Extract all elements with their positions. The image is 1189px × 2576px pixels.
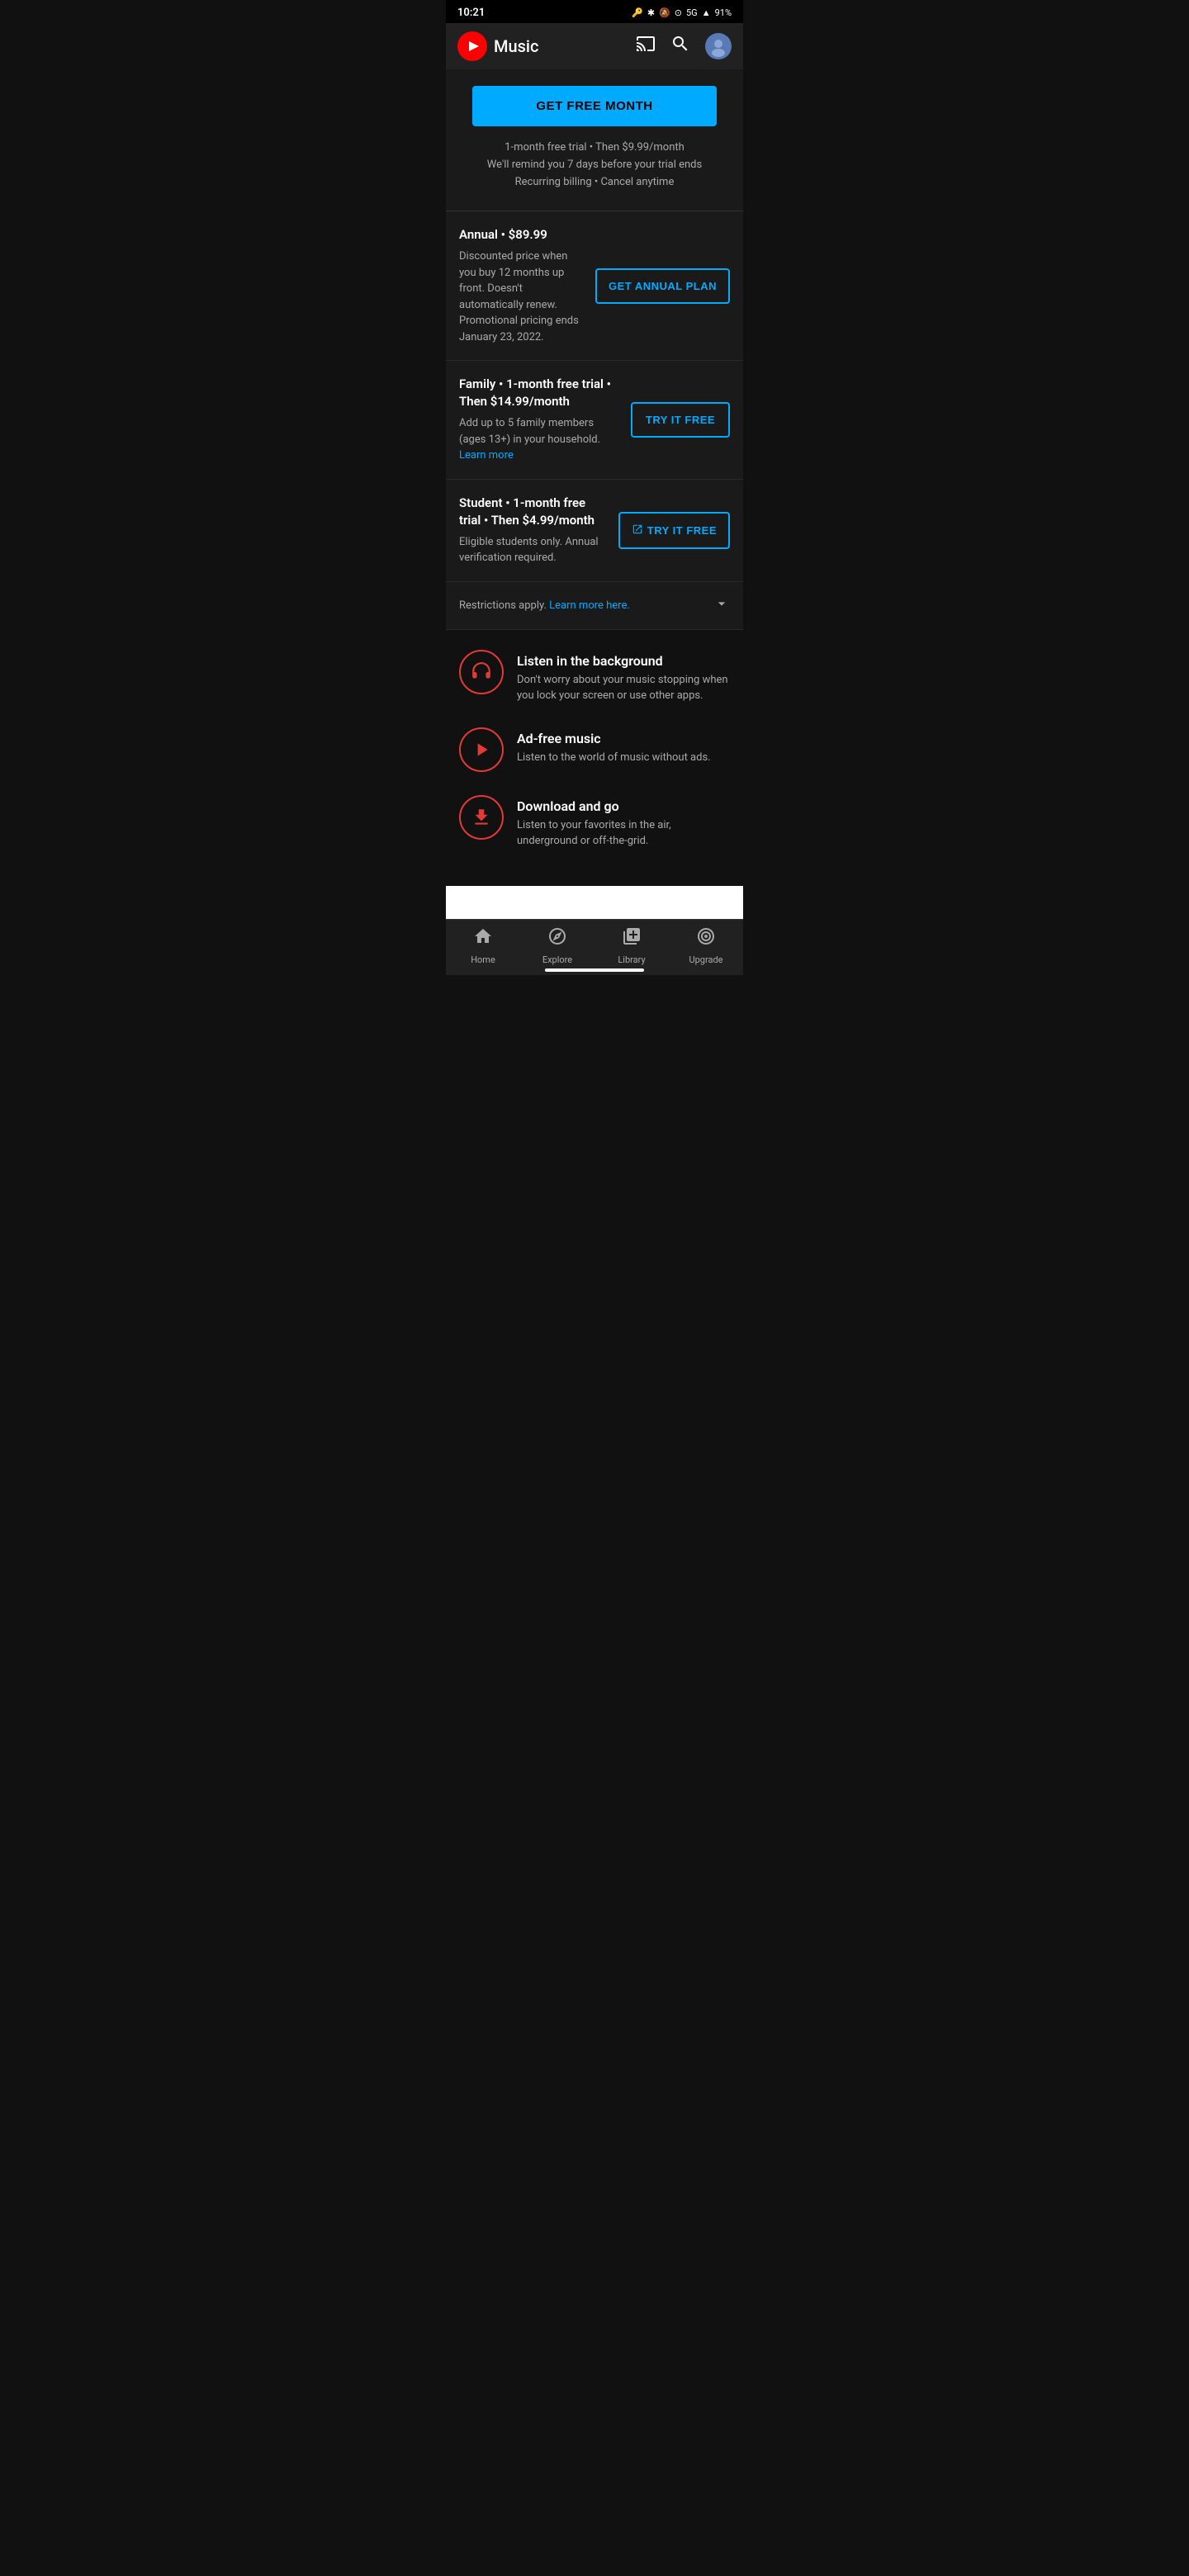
chevron-down-icon[interactable] xyxy=(713,595,730,616)
key-icon: 🔑 xyxy=(632,7,643,18)
download-icon-circle xyxy=(459,795,504,840)
nav-upgrade[interactable]: Upgrade xyxy=(669,926,743,965)
nav-home[interactable]: Home xyxy=(446,926,520,965)
feature-download-desc: Listen to your favorites in the air, und… xyxy=(517,817,730,850)
external-link-icon xyxy=(632,523,643,537)
yt-music-logo-icon xyxy=(457,31,487,61)
free-month-line3: Recurring billing • Cancel anytime xyxy=(459,174,730,192)
headphone-icon xyxy=(471,661,492,683)
nav-library-label: Library xyxy=(618,954,645,965)
nav-home-label: Home xyxy=(471,954,495,965)
header-logo: Music xyxy=(457,31,538,61)
feature-download-title: Download and go xyxy=(517,798,730,814)
family-try-free-button[interactable]: TRY IT FREE xyxy=(631,402,730,438)
free-month-section: GET FREE MONTH 1-month free trial • Then… xyxy=(446,69,743,211)
get-annual-plan-button[interactable]: GET ANNUAL PLAN xyxy=(595,268,730,304)
library-icon xyxy=(622,926,642,951)
headphone-icon-circle xyxy=(459,650,504,694)
student-plan-info: Student • 1-month free trial • Then $4.9… xyxy=(459,495,610,566)
feature-adfree-item: Ad-free music Listen to the world of mus… xyxy=(459,727,730,772)
play-icon xyxy=(471,739,492,760)
avatar[interactable] xyxy=(705,33,732,59)
search-icon[interactable] xyxy=(670,34,690,59)
student-plan-row: Student • 1-month free trial • Then $4.9… xyxy=(446,480,743,582)
free-month-line1: 1-month free trial • Then $9.99/month xyxy=(459,140,730,157)
feature-download-item: Download and go Listen to your favorites… xyxy=(459,795,730,850)
status-time: 10:21 xyxy=(457,7,485,19)
annual-plan-row: Annual • $89.99 Discounted price when yo… xyxy=(446,211,743,361)
family-plan-desc: Add up to 5 family members (ages 13+) in… xyxy=(459,415,623,464)
feature-background-desc: Don't worry about your music stopping wh… xyxy=(517,672,730,704)
location-icon: ⊙ xyxy=(675,7,682,18)
student-try-free-button[interactable]: TRY IT FREE xyxy=(618,512,730,549)
restrictions-learn-more-link[interactable]: Learn more here. xyxy=(549,599,630,612)
home-indicator xyxy=(545,968,644,972)
network-label: 5G xyxy=(686,7,698,18)
feature-background-text: Listen in the background Don't worry abo… xyxy=(517,650,730,704)
features-section: Listen in the background Don't worry abo… xyxy=(446,630,743,886)
nav-upgrade-label: Upgrade xyxy=(689,954,722,965)
status-icons: 🔑 ✱ 🔕 ⊙ 5G ▲ 91% xyxy=(632,7,732,18)
plans-section: Annual • $89.99 Discounted price when yo… xyxy=(446,211,743,582)
cast-icon[interactable] xyxy=(636,34,656,59)
free-month-info: 1-month free trial • Then $9.99/month We… xyxy=(459,140,730,191)
family-plan-title: Family • 1-month free trial • Then $14.9… xyxy=(459,376,623,410)
nav-explore[interactable]: Explore xyxy=(520,926,594,965)
signal-icon: ▲ xyxy=(702,7,711,18)
restrictions-text: Restrictions apply. Learn more here. xyxy=(459,599,630,612)
download-icon xyxy=(471,807,492,828)
play-icon-circle xyxy=(459,727,504,772)
app-title: Music xyxy=(494,36,538,56)
feature-adfree-title: Ad-free music xyxy=(517,731,730,746)
home-icon xyxy=(473,926,493,951)
feature-download-text: Download and go Listen to your favorites… xyxy=(517,795,730,850)
explore-icon xyxy=(547,926,567,951)
app-header: Music xyxy=(446,23,743,69)
white-bar xyxy=(446,886,743,919)
nav-explore-label: Explore xyxy=(542,954,572,965)
battery-label: 91% xyxy=(715,7,732,18)
bottom-nav: Home Explore Library Upgrade xyxy=(446,919,743,975)
student-plan-title: Student • 1-month free trial • Then $4.9… xyxy=(459,495,610,529)
family-plan-row: Family • 1-month free trial • Then $14.9… xyxy=(446,361,743,480)
restrictions-label: Restrictions apply. xyxy=(459,599,549,612)
annual-plan-title: Annual • $89.99 xyxy=(459,226,587,244)
family-learn-more-link[interactable]: Learn more xyxy=(459,449,514,462)
header-actions xyxy=(636,33,732,59)
feature-background-item: Listen in the background Don't worry abo… xyxy=(459,650,730,704)
student-plan-desc: Eligible students only. Annual verificat… xyxy=(459,534,610,566)
feature-background-title: Listen in the background xyxy=(517,653,730,669)
family-plan-info: Family • 1-month free trial • Then $14.9… xyxy=(459,376,623,464)
mute-icon: 🔕 xyxy=(659,7,670,18)
feature-adfree-desc: Listen to the world of music without ads… xyxy=(517,750,730,766)
bluetooth-icon: ✱ xyxy=(647,7,655,18)
annual-plan-info: Annual • $89.99 Discounted price when yo… xyxy=(459,226,587,345)
upgrade-icon xyxy=(696,926,716,951)
free-month-line2: We'll remind you 7 days before your tria… xyxy=(459,157,730,174)
status-bar: 10:21 🔑 ✱ 🔕 ⊙ 5G ▲ 91% xyxy=(446,0,743,23)
nav-library[interactable]: Library xyxy=(594,926,669,965)
get-free-month-button[interactable]: GET FREE MONTH xyxy=(472,86,716,126)
restrictions-row: Restrictions apply. Learn more here. xyxy=(446,582,743,630)
feature-adfree-text: Ad-free music Listen to the world of mus… xyxy=(517,727,730,766)
annual-plan-desc: Discounted price when you buy 12 months … xyxy=(459,249,587,345)
